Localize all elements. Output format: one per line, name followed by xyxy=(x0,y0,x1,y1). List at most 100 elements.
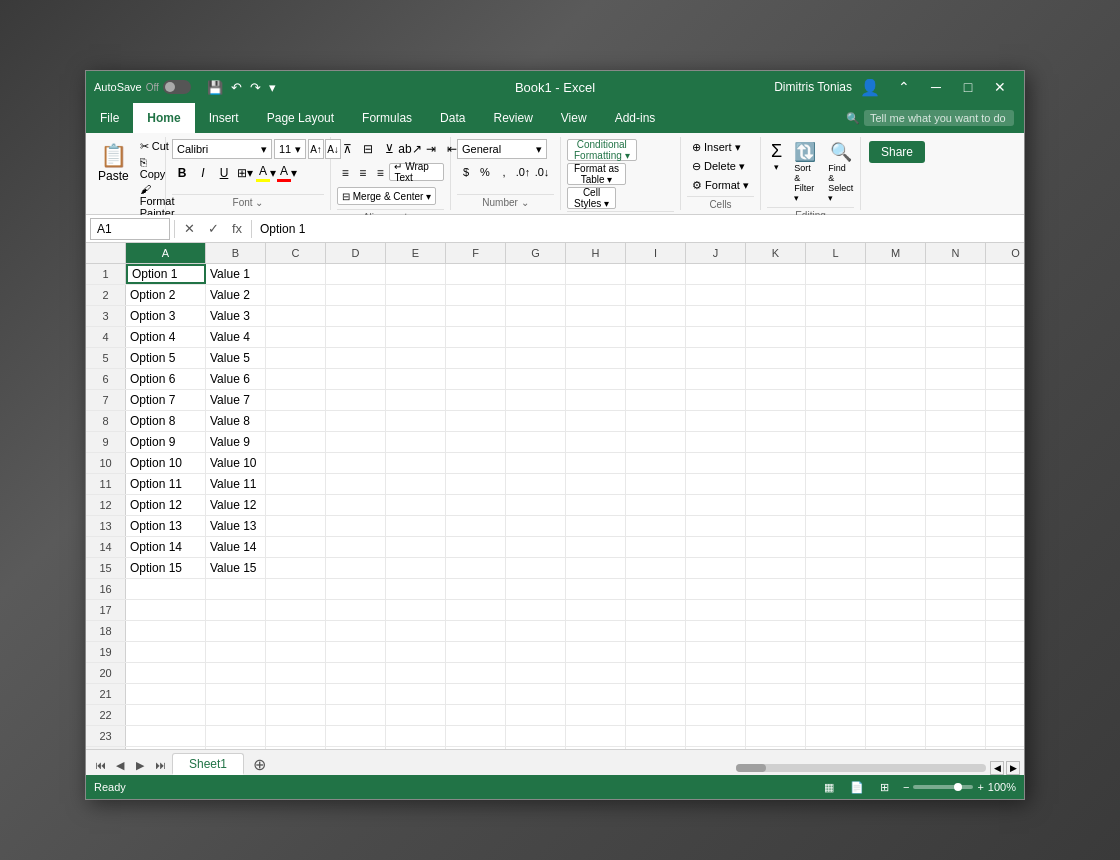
cell-13-M[interactable] xyxy=(866,516,926,536)
normal-view-btn[interactable]: ▦ xyxy=(819,777,839,797)
cell-5-M[interactable] xyxy=(866,348,926,368)
cell-20-D[interactable] xyxy=(326,663,386,683)
cell-4-E[interactable] xyxy=(386,327,446,347)
cell-23-L[interactable] xyxy=(806,726,866,746)
row-number[interactable]: 9 xyxy=(86,432,126,452)
cell-16-D[interactable] xyxy=(326,579,386,599)
cell-17-H[interactable] xyxy=(566,600,626,620)
cell-20-B[interactable] xyxy=(206,663,266,683)
cell-9-F[interactable] xyxy=(446,432,506,452)
col-header-A[interactable]: A xyxy=(126,243,206,263)
cell-23-J[interactable] xyxy=(686,726,746,746)
cell-16-J[interactable] xyxy=(686,579,746,599)
cell-19-J[interactable] xyxy=(686,642,746,662)
cell-4-A[interactable]: Option 4 xyxy=(126,327,206,347)
cell-4-H[interactable] xyxy=(566,327,626,347)
tab-file[interactable]: File xyxy=(86,103,133,133)
zoom-slider[interactable] xyxy=(913,785,973,789)
cell-11-H[interactable] xyxy=(566,474,626,494)
cell-5-D[interactable] xyxy=(326,348,386,368)
cell-1-L[interactable] xyxy=(806,264,866,284)
minimize-btn[interactable]: ─ xyxy=(920,71,952,103)
cell-22-C[interactable] xyxy=(266,705,326,725)
cell-19-N[interactable] xyxy=(926,642,986,662)
cell-10-G[interactable] xyxy=(506,453,566,473)
page-break-view-btn[interactable]: ⊞ xyxy=(875,777,895,797)
cell-12-C[interactable] xyxy=(266,495,326,515)
cell-11-K[interactable] xyxy=(746,474,806,494)
row-number[interactable]: 1 xyxy=(86,264,126,284)
cell-3-I[interactable] xyxy=(626,306,686,326)
cell-3-O[interactable] xyxy=(986,306,1024,326)
cell-11-E[interactable] xyxy=(386,474,446,494)
cell-19-H[interactable] xyxy=(566,642,626,662)
cell-11-I[interactable] xyxy=(626,474,686,494)
cell-4-N[interactable] xyxy=(926,327,986,347)
cell-1-F[interactable] xyxy=(446,264,506,284)
cell-14-F[interactable] xyxy=(446,537,506,557)
row-number[interactable]: 19 xyxy=(86,642,126,662)
tab-addins[interactable]: Add-ins xyxy=(601,103,670,133)
cell-7-M[interactable] xyxy=(866,390,926,410)
cell-2-D[interactable] xyxy=(326,285,386,305)
cell-16-F[interactable] xyxy=(446,579,506,599)
col-header-I[interactable]: I xyxy=(626,243,686,263)
cell-1-I[interactable] xyxy=(626,264,686,284)
sheet-nav-prev[interactable]: ◀ xyxy=(110,755,130,775)
cell-17-B[interactable] xyxy=(206,600,266,620)
underline-button[interactable]: U xyxy=(214,163,234,183)
formula-input[interactable] xyxy=(256,222,1020,236)
cell-8-F[interactable] xyxy=(446,411,506,431)
cell-19-E[interactable] xyxy=(386,642,446,662)
cell-19-A[interactable] xyxy=(126,642,206,662)
cell-5-O[interactable] xyxy=(986,348,1024,368)
cell-21-O[interactable] xyxy=(986,684,1024,704)
cell-17-A[interactable] xyxy=(126,600,206,620)
cell-5-L[interactable] xyxy=(806,348,866,368)
add-sheet-button[interactable]: ⊕ xyxy=(248,753,270,775)
autosum-btn[interactable]: Σ ▾ xyxy=(767,139,786,205)
cell-10-N[interactable] xyxy=(926,453,986,473)
cell-9-E[interactable] xyxy=(386,432,446,452)
cell-16-M[interactable] xyxy=(866,579,926,599)
cell-17-J[interactable] xyxy=(686,600,746,620)
cell-5-H[interactable] xyxy=(566,348,626,368)
cell-7-N[interactable] xyxy=(926,390,986,410)
cell-17-O[interactable] xyxy=(986,600,1024,620)
cell-10-E[interactable] xyxy=(386,453,446,473)
cell-11-L[interactable] xyxy=(806,474,866,494)
row-number[interactable]: 17 xyxy=(86,600,126,620)
cell-8-N[interactable] xyxy=(926,411,986,431)
sheet-nav-next[interactable]: ▶ xyxy=(130,755,150,775)
cell-8-B[interactable]: Value 8 xyxy=(206,411,266,431)
cell-10-F[interactable] xyxy=(446,453,506,473)
fill-color-button[interactable]: A ▾ xyxy=(256,163,276,183)
close-btn[interactable]: ✕ xyxy=(984,71,1016,103)
cell-23-N[interactable] xyxy=(926,726,986,746)
tab-insert[interactable]: Insert xyxy=(195,103,253,133)
cell-13-E[interactable] xyxy=(386,516,446,536)
cell-5-E[interactable] xyxy=(386,348,446,368)
cell-19-I[interactable] xyxy=(626,642,686,662)
font-name-selector[interactable]: Calibri ▾ xyxy=(172,139,272,159)
align-right-btn[interactable]: ≡ xyxy=(372,163,388,183)
bold-button[interactable]: B xyxy=(172,163,192,183)
cell-6-N[interactable] xyxy=(926,369,986,389)
cell-8-J[interactable] xyxy=(686,411,746,431)
format-btn[interactable]: ⚙ Format ▾ xyxy=(687,177,754,194)
cell-7-C[interactable] xyxy=(266,390,326,410)
cell-6-J[interactable] xyxy=(686,369,746,389)
find-select-btn[interactable]: 🔍 Find &Select ▾ xyxy=(824,139,857,205)
tab-review[interactable]: Review xyxy=(479,103,546,133)
cell-13-A[interactable]: Option 13 xyxy=(126,516,206,536)
col-header-G[interactable]: G xyxy=(506,243,566,263)
delete-btn[interactable]: ⊖ Delete ▾ xyxy=(687,158,750,175)
customize-qat-icon[interactable]: ▾ xyxy=(267,78,278,97)
cell-18-K[interactable] xyxy=(746,621,806,641)
cell-10-I[interactable] xyxy=(626,453,686,473)
cell-13-H[interactable] xyxy=(566,516,626,536)
cell-23-K[interactable] xyxy=(746,726,806,746)
ribbon-toggle-btn[interactable]: ⌃ xyxy=(888,71,920,103)
cell-13-B[interactable]: Value 13 xyxy=(206,516,266,536)
cell-21-A[interactable] xyxy=(126,684,206,704)
